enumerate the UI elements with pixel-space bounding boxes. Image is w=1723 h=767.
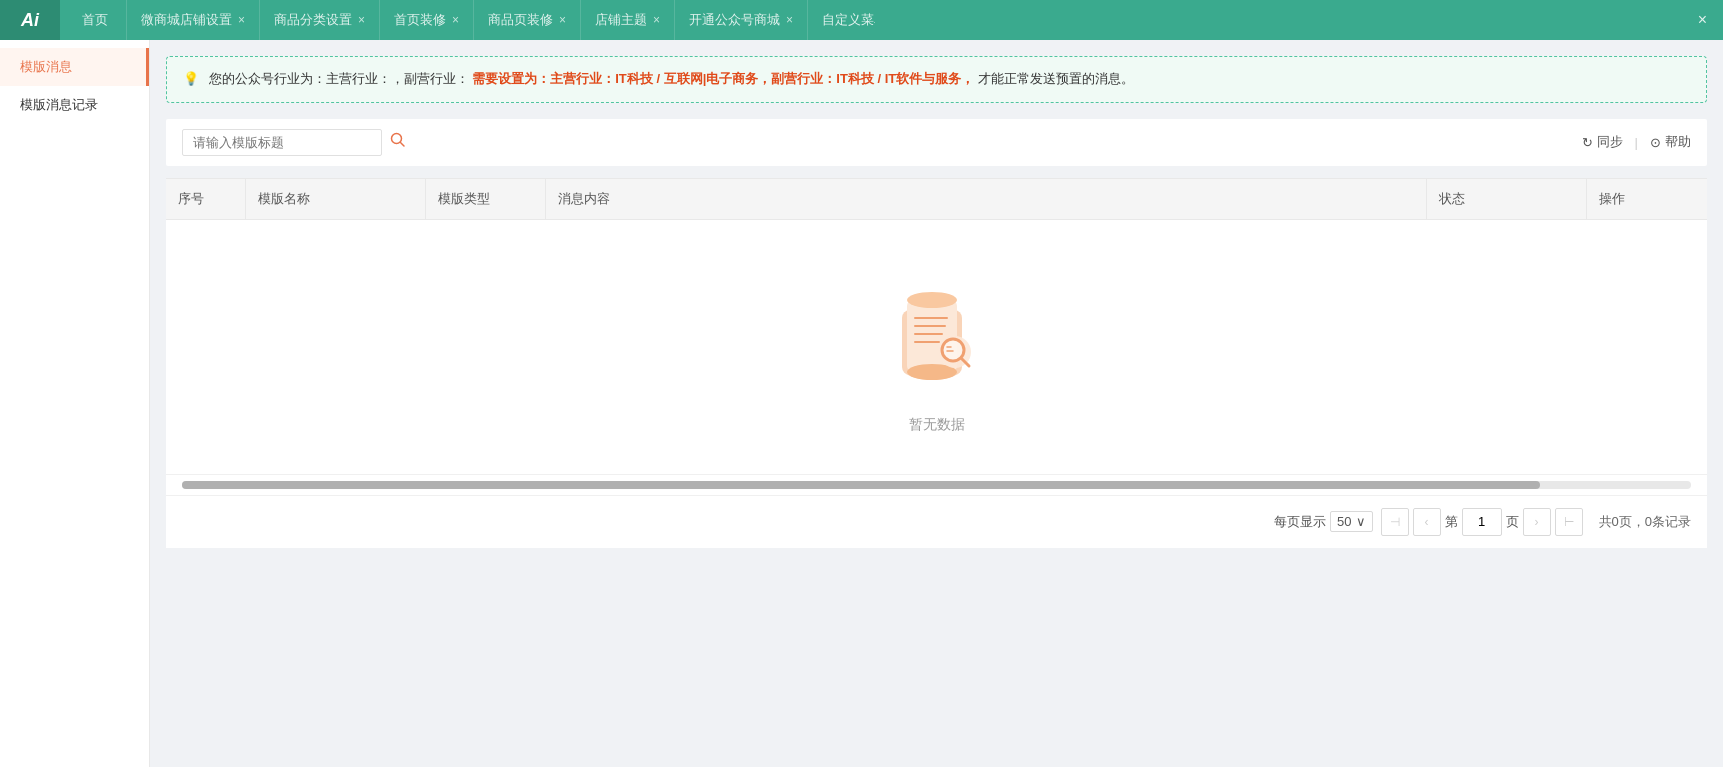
app-brand: Ai bbox=[0, 0, 60, 40]
sync-icon: ↻ bbox=[1582, 135, 1593, 150]
search-bar: ↻ 同步 | ⊙ 帮助 bbox=[166, 119, 1707, 166]
empty-text: 暂无数据 bbox=[909, 416, 965, 434]
page-navigation: ⊣ ‹ 第 页 › ⊢ bbox=[1381, 508, 1583, 536]
scrollbar-track[interactable] bbox=[182, 481, 1691, 489]
nav-tab-custom-menu[interactable]: 自定义菜单× bbox=[808, 0, 875, 40]
table-column-header: 操作 bbox=[1587, 179, 1707, 219]
prev-page-button[interactable]: ‹ bbox=[1413, 508, 1441, 536]
page-total: 共0页，0条记录 bbox=[1599, 513, 1691, 531]
table-column-header: 模版类型 bbox=[426, 179, 546, 219]
page-size-select: 每页显示 50 ∨ bbox=[1274, 511, 1372, 532]
pagination-bar: 每页显示 50 ∨ ⊣ ‹ 第 页 › ⊢ 共0页，0条记录 bbox=[166, 495, 1707, 548]
page-word2: 页 bbox=[1506, 513, 1519, 531]
nav-tab-category-settings[interactable]: 商品分类设置 × bbox=[260, 0, 380, 40]
close-tab-icon[interactable]: × bbox=[559, 14, 566, 26]
template-table: 序号模版名称模版类型消息内容状态操作 bbox=[166, 178, 1707, 548]
nav-tab-label: 店铺主题 bbox=[595, 11, 647, 29]
first-page-button[interactable]: ⊣ bbox=[1381, 508, 1409, 536]
nav-tab-label: 首页装修 bbox=[394, 11, 446, 29]
sidebar-item-template-records[interactable]: 模版消息记录 bbox=[0, 86, 149, 124]
help-button[interactable]: ⊙ 帮助 bbox=[1650, 133, 1691, 151]
sync-label: 同步 bbox=[1597, 133, 1623, 151]
empty-illustration bbox=[877, 280, 997, 400]
page-size-value: 50 bbox=[1337, 514, 1351, 529]
help-label: 帮助 bbox=[1665, 133, 1691, 151]
nav-tab-label: 微商城店铺设置 bbox=[141, 11, 232, 29]
table-header: 序号模版名称模版类型消息内容状态操作 bbox=[166, 178, 1707, 220]
table-column-header: 状态 bbox=[1427, 179, 1587, 219]
page-size-dropdown[interactable]: 50 ∨ bbox=[1330, 511, 1372, 532]
current-page-input[interactable] bbox=[1462, 508, 1502, 536]
search-right: ↻ 同步 | ⊙ 帮助 bbox=[1582, 133, 1691, 151]
nav-tab-product-decor[interactable]: 商品页装修 × bbox=[474, 0, 581, 40]
close-all-tabs-button[interactable]: × bbox=[1686, 11, 1719, 29]
nav-tab-label: 自定义菜单 bbox=[822, 11, 875, 29]
notice-banner: 💡 您的公众号行业为：主营行业：，副营行业： 需要设置为：主营行业：IT科技 /… bbox=[166, 56, 1707, 103]
nav-tab-label: 商品页装修 bbox=[488, 11, 553, 29]
page-size-label: 每页显示 bbox=[1274, 513, 1326, 531]
table-column-header: 模版名称 bbox=[246, 179, 426, 219]
notice-suffix: 才能正常发送预置的消息。 bbox=[978, 71, 1134, 86]
nav-tab-home[interactable]: 首页 bbox=[64, 0, 127, 40]
svg-point-5 bbox=[907, 292, 957, 308]
close-tab-icon[interactable]: × bbox=[653, 14, 660, 26]
notice-highlight: 需要设置为：主营行业：IT科技 / 互联网|电子商务，副营行业：IT科技 / I… bbox=[472, 71, 974, 86]
next-page-button[interactable]: › bbox=[1523, 508, 1551, 536]
empty-state: 暂无数据 bbox=[166, 220, 1707, 474]
divider: | bbox=[1635, 135, 1638, 150]
nav-tab-label: 首页 bbox=[82, 11, 108, 29]
search-icon bbox=[390, 132, 406, 148]
lightbulb-icon: 💡 bbox=[183, 71, 199, 86]
scrollbar-area bbox=[166, 474, 1707, 495]
close-tab-icon[interactable]: × bbox=[358, 14, 365, 26]
search-left bbox=[182, 129, 406, 156]
content-area: 💡 您的公众号行业为：主营行业：，副营行业： 需要设置为：主营行业：IT科技 /… bbox=[150, 40, 1723, 767]
help-icon: ⊙ bbox=[1650, 135, 1661, 150]
notice-prefix: 您的公众号行业为：主营行业：，副营行业： bbox=[209, 71, 469, 86]
search-input[interactable] bbox=[182, 129, 382, 156]
nav-tab-shop-theme[interactable]: 店铺主题 × bbox=[581, 0, 675, 40]
scrollbar-thumb bbox=[182, 481, 1540, 489]
sidebar: 模版消息模版消息记录 bbox=[0, 40, 150, 767]
close-tab-icon[interactable]: × bbox=[452, 14, 459, 26]
sync-button[interactable]: ↻ 同步 bbox=[1582, 133, 1623, 151]
search-button[interactable] bbox=[390, 132, 406, 152]
nav-tab-label: 开通公众号商城 bbox=[689, 11, 780, 29]
last-page-button[interactable]: ⊢ bbox=[1555, 508, 1583, 536]
nav-tab-open-mall[interactable]: 开通公众号商城 × bbox=[675, 0, 808, 40]
nav-tab-shop-settings[interactable]: 微商城店铺设置 × bbox=[127, 0, 260, 40]
page-word: 第 bbox=[1445, 513, 1458, 531]
chevron-down-icon: ∨ bbox=[1356, 514, 1366, 529]
svg-line-1 bbox=[401, 143, 405, 147]
table-column-header: 序号 bbox=[166, 179, 246, 219]
sidebar-item-template-msg[interactable]: 模版消息 bbox=[0, 48, 149, 86]
close-tab-icon[interactable]: × bbox=[786, 14, 793, 26]
close-tab-icon[interactable]: × bbox=[238, 14, 245, 26]
nav-tab-homepage-decor[interactable]: 首页装修 × bbox=[380, 0, 474, 40]
table-column-header: 消息内容 bbox=[546, 179, 1427, 219]
nav-tab-label: 商品分类设置 bbox=[274, 11, 352, 29]
